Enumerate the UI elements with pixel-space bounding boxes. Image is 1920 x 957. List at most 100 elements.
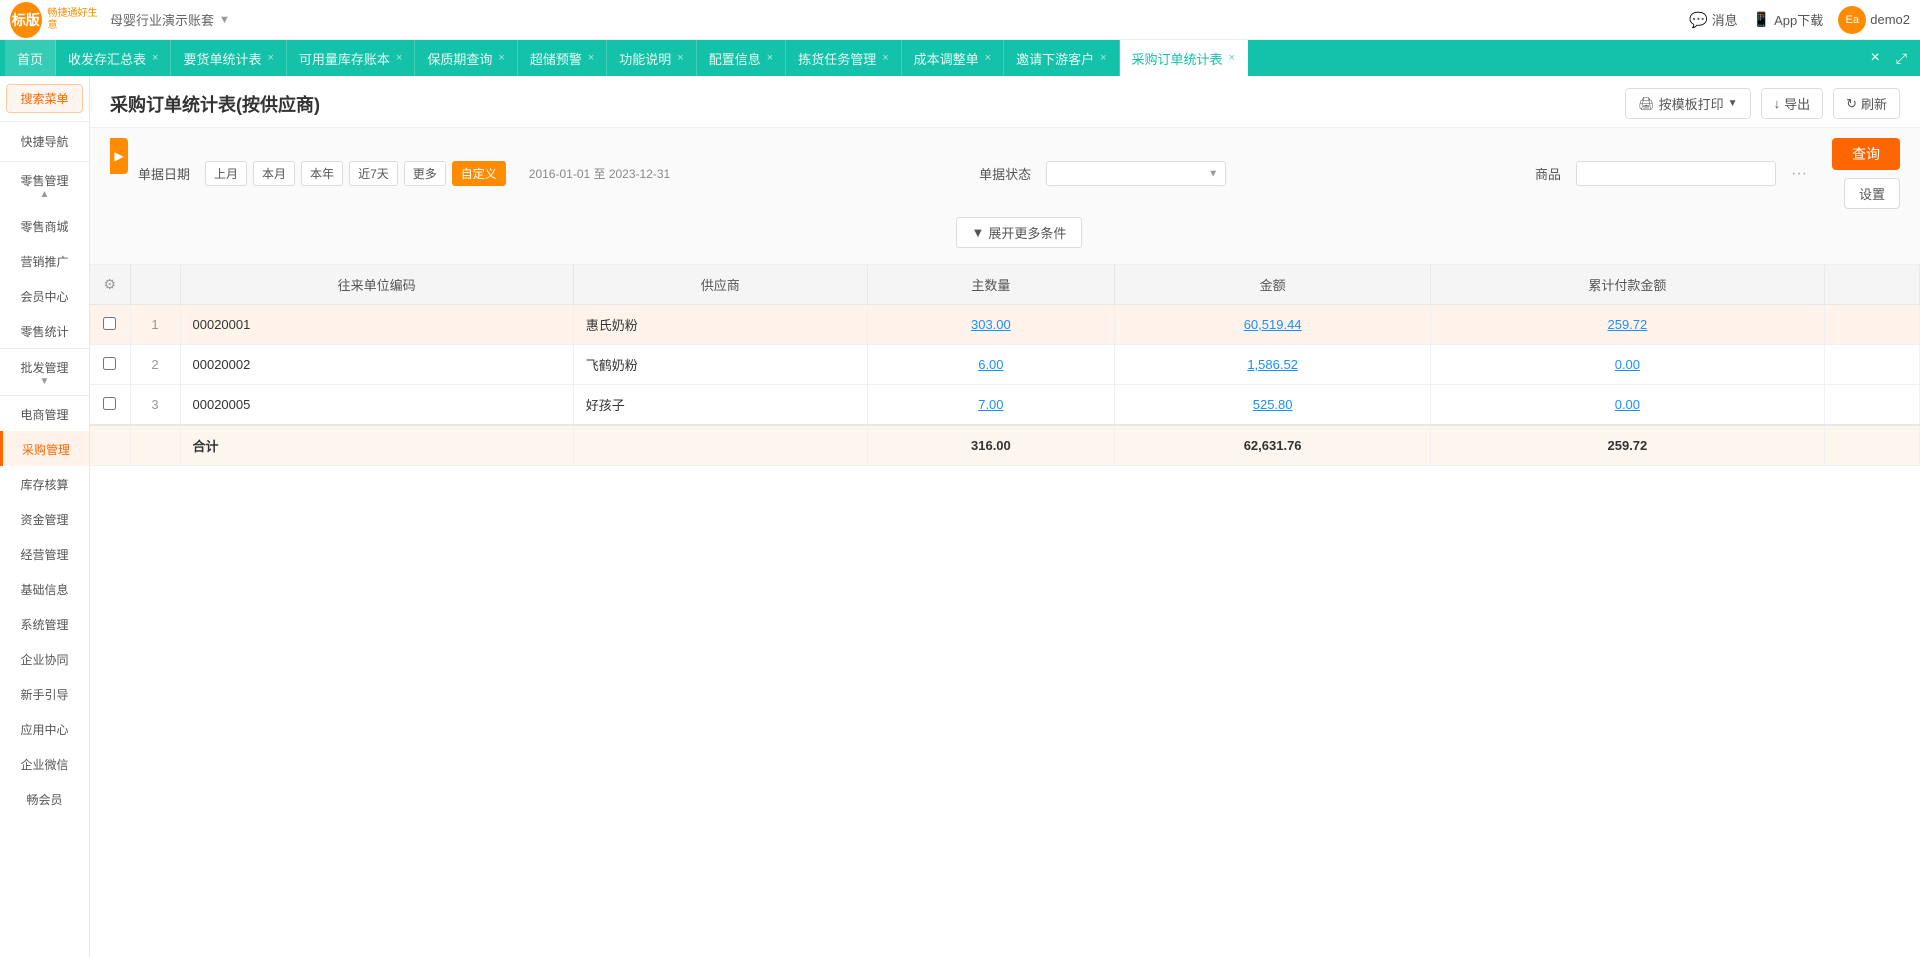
tab-yaohuo[interactable]: 要货单统计表 × xyxy=(171,40,286,76)
sidebar-item-changhui[interactable]: 畅会员 xyxy=(0,781,89,816)
cell-checkbox-1[interactable] xyxy=(90,345,130,385)
sidebar-item-kucun[interactable]: 库存核算 xyxy=(0,466,89,501)
close-tab-caigou[interactable]: × xyxy=(1229,52,1235,64)
breadcrumb-text: 母婴行业演示账套 xyxy=(110,10,214,29)
close-tab-shoufa[interactable]: × xyxy=(152,52,158,64)
cell-amount-2[interactable]: 525.80 xyxy=(1115,385,1431,426)
date-btn-last-month[interactable]: 上月 xyxy=(205,161,247,186)
more-options-icon[interactable]: ··· xyxy=(1791,165,1807,183)
sidebar-item-xitong[interactable]: 系统管理 xyxy=(0,606,89,641)
refresh-button[interactable]: ↻ 刷新 xyxy=(1833,88,1900,119)
tab-chengben[interactable]: 成本调整单 × xyxy=(902,40,1004,76)
filter-toggle-button[interactable]: ▶ xyxy=(110,138,128,174)
cell-paid-2[interactable]: 0.00 xyxy=(1431,385,1824,426)
sidebar-item-pifaguanli[interactable]: 批发管理 ▼ xyxy=(0,349,89,395)
sidebar-item-caigouguanli[interactable]: 采购管理 xyxy=(0,431,89,466)
app-download-button[interactable]: 📱 App下载 xyxy=(1753,10,1824,29)
close-tab-keyong[interactable]: × xyxy=(396,52,402,64)
avatar: Ea xyxy=(1838,6,1866,34)
cell-paid-1[interactable]: 0.00 xyxy=(1431,345,1824,385)
breadcrumb-arrow-icon[interactable]: ▼ xyxy=(219,14,230,26)
tab-keyong[interactable]: 可用量库存账本 × xyxy=(287,40,415,76)
page-header: 采购订单统计表(按供应商) 🖨 按模板打印 ▼ ↓ 导出 ↻ 刷新 xyxy=(90,76,1920,128)
cell-code-1: 00020002 xyxy=(180,345,573,385)
status-filter-label: 单据状态 xyxy=(979,164,1031,183)
sidebar-item-zijin[interactable]: 资金管理 xyxy=(0,501,89,536)
user-profile[interactable]: Ea demo2 xyxy=(1838,6,1910,34)
tab-peizhi[interactable]: 配置信息 × xyxy=(697,40,786,76)
date-btn-this-month[interactable]: 本月 xyxy=(253,161,295,186)
cell-code-0: 00020001 xyxy=(180,305,573,345)
sidebar-item-jichu[interactable]: 基础信息 xyxy=(0,571,89,606)
filter-area: ▶ 单据日期 上月 本月 本年 近7天 更多 自定义 2016-01-01 至 … xyxy=(90,128,1920,265)
th-settings[interactable]: ⚙ xyxy=(90,265,130,305)
close-tab-peizhi[interactable]: × xyxy=(767,52,773,64)
close-tab-tuohuo[interactable]: × xyxy=(882,52,888,64)
goods-search-input[interactable] xyxy=(1576,161,1776,186)
tab-tuohuo[interactable]: 拣货任务管理 × xyxy=(786,40,901,76)
export-button[interactable]: ↓ 导出 xyxy=(1761,88,1824,119)
chevron-down-icon: ▼ xyxy=(4,376,85,387)
status-select[interactable] xyxy=(1046,161,1226,186)
date-btn-7days[interactable]: 近7天 xyxy=(349,161,398,186)
sidebar-item-qiye[interactable]: 企业协同 xyxy=(0,641,89,676)
print-button[interactable]: 🖨 按模板打印 ▼ xyxy=(1625,88,1750,119)
cell-checkbox-0[interactable] xyxy=(90,305,130,345)
sidebar-item-yingyong[interactable]: 应用中心 xyxy=(0,711,89,746)
cell-checkbox-2[interactable] xyxy=(90,385,130,426)
sidebar-item-lingshous[interactable]: 零售商城 xyxy=(0,208,89,243)
filter-right-actions: 查询 设置 xyxy=(1832,138,1900,209)
logo-text: 畅捷通好生意 xyxy=(48,8,101,32)
th-qty: 主数量 xyxy=(867,265,1114,305)
query-button[interactable]: 查询 xyxy=(1832,138,1900,170)
table-row: 2 00020002 飞鹤奶粉 6.00 1,586.52 0.00 xyxy=(90,345,1920,385)
th-amount: 金额 xyxy=(1115,265,1431,305)
close-tab-chaochu[interactable]: × xyxy=(588,52,594,64)
tab-caigou[interactable]: 采购订单统计表 × xyxy=(1120,40,1248,76)
sidebar-item-yingxiao[interactable]: 营销推广 xyxy=(0,243,89,278)
chevron-down-icon: ▼ xyxy=(972,225,985,240)
sidebar-item-lingshosheji[interactable]: 零售管理 ▲ xyxy=(0,162,89,208)
sidebar-item-qiyeweixin[interactable]: 企业微信 xyxy=(0,746,89,781)
cell-qty-0[interactable]: 303.00 xyxy=(867,305,1114,345)
nav-expand-button[interactable]: ⤢ xyxy=(1888,50,1915,67)
cell-amount-0[interactable]: 60,519.44 xyxy=(1115,305,1431,345)
cell-qty-2[interactable]: 7.00 xyxy=(867,385,1114,426)
sidebar-item-lingshoutj[interactable]: 零售统计 xyxy=(0,313,89,348)
sidebar-item-xinshou[interactable]: 新手引导 xyxy=(0,676,89,711)
sidebar-item-dianshang[interactable]: 电商管理 xyxy=(0,396,89,431)
main-content: 采购订单统计表(按供应商) 🖨 按模板打印 ▼ ↓ 导出 ↻ 刷新 xyxy=(90,76,1920,957)
column-settings-icon[interactable]: ⚙ xyxy=(103,276,116,292)
sidebar-item-jingying[interactable]: 经营管理 xyxy=(0,536,89,571)
nav-close-all-button[interactable]: × xyxy=(1862,49,1887,67)
cell-empty-0 xyxy=(1824,305,1919,345)
search-menu-button[interactable]: 搜索菜单 xyxy=(6,84,83,113)
close-tab-baozhi[interactable]: × xyxy=(498,52,504,64)
sidebar-quick-nav: 快捷导航 xyxy=(0,122,89,162)
settings-button[interactable]: 设置 xyxy=(1844,178,1900,209)
date-btn-custom[interactable]: 自定义 xyxy=(452,161,506,186)
tab-baozhi[interactable]: 保质期查询 × xyxy=(415,40,517,76)
th-empty xyxy=(1824,265,1919,305)
tab-gongneng[interactable]: 功能说明 × xyxy=(607,40,696,76)
sidebar-search-area[interactable]: 搜索菜单 xyxy=(0,76,89,122)
date-btn-this-year[interactable]: 本年 xyxy=(301,161,343,186)
tab-shoufa[interactable]: 收发存汇总表 × xyxy=(56,40,171,76)
date-btn-more[interactable]: 更多 xyxy=(404,161,446,186)
close-tab-yaoqing[interactable]: × xyxy=(1100,52,1106,64)
tab-home[interactable]: 首页 xyxy=(5,40,56,76)
cell-amount-1[interactable]: 1,586.52 xyxy=(1115,345,1431,385)
sidebar-item-huiyuan[interactable]: 会员中心 xyxy=(0,278,89,313)
close-tab-gongneng[interactable]: × xyxy=(677,52,683,64)
tab-chaochu[interactable]: 超储预警 × xyxy=(518,40,607,76)
cell-qty-1[interactable]: 6.00 xyxy=(867,345,1114,385)
th-num xyxy=(130,265,180,305)
expand-filter-button[interactable]: ▼ 展开更多条件 xyxy=(956,217,1083,248)
table-footer-row: 合计 316.00 62,631.76 259.72 xyxy=(90,425,1920,466)
message-button[interactable]: 💬 消息 xyxy=(1689,10,1738,29)
close-tab-chengben[interactable]: × xyxy=(985,52,991,64)
close-tab-yaohuo[interactable]: × xyxy=(267,52,273,64)
sidebar-item-quick-nav[interactable]: 快捷导航 xyxy=(0,127,89,156)
tab-yaoqing[interactable]: 邀请下游客户 × xyxy=(1004,40,1119,76)
cell-paid-0[interactable]: 259.72 xyxy=(1431,305,1824,345)
